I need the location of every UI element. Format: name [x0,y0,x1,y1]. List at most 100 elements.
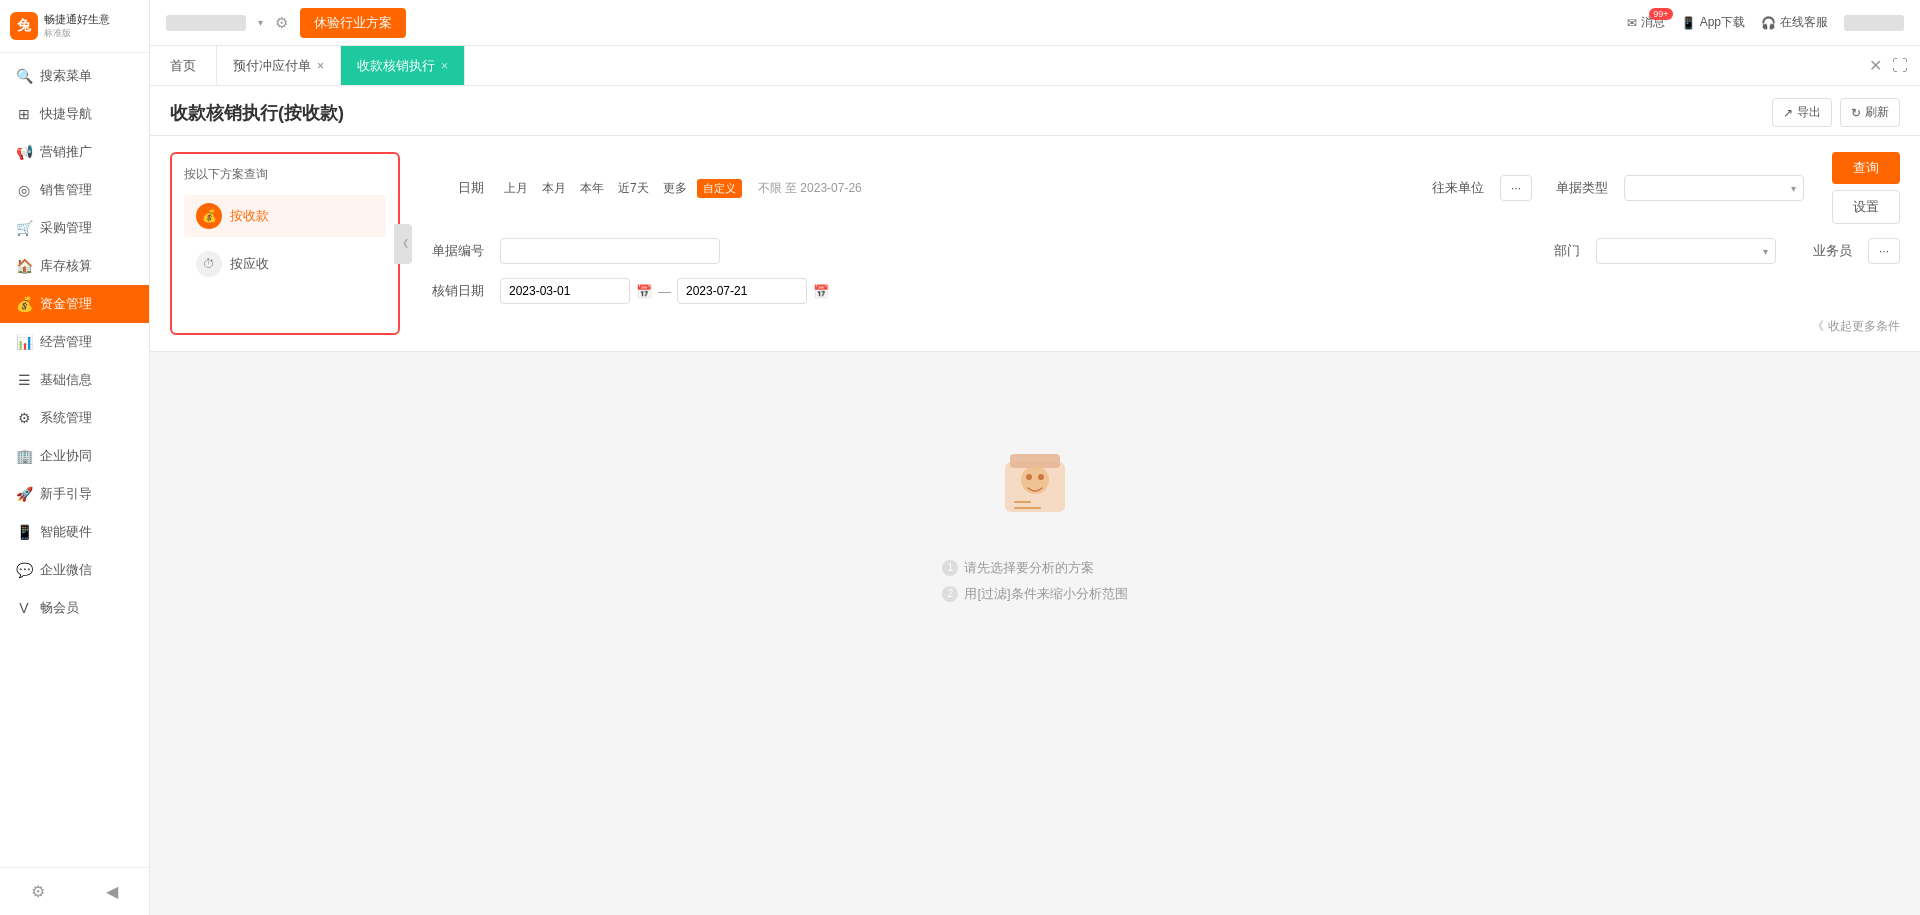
sidebar-item-marketing[interactable]: 📢营销推广 [0,133,149,171]
refresh-button[interactable]: ↻ 刷新 [1840,98,1900,127]
calendar-end-icon[interactable]: 📅 [813,284,829,299]
solution-button[interactable]: 休验行业方案 [300,8,406,38]
sidebar-item-basic[interactable]: ☰ 基础信息 [0,361,149,399]
tab-writeoff[interactable]: 收款核销执行 × [341,46,465,85]
sidebar-item-system[interactable]: ⚙系统管理 [0,399,149,437]
logo-icon: 兔 [10,12,38,40]
sidebar-icon-wechat: 💬 [16,562,32,578]
party-select-button[interactable]: ··· [1500,175,1532,201]
doc-type-select[interactable] [1624,175,1804,201]
date-more-button[interactable]: 更多 [659,178,691,199]
writeoff-date-range: 📅 — 📅 [500,278,829,304]
sidebar-icon-basic: ☰ [16,372,32,388]
chevron-down-icon[interactable]: ▾ [258,17,263,28]
filter-option-receipt[interactable]: 💰 按收款 [184,195,386,237]
sidebar-icon-search-menu: 🔍 [16,68,32,84]
date-custom-button[interactable]: 自定义 [697,179,742,198]
sidebar-item-guide[interactable]: 🚀新手引导 [0,475,149,513]
sidebar-item-inventory[interactable]: 🏠库存核算 [0,247,149,285]
maximize-button[interactable]: ⛶ [1892,57,1908,75]
close-window-button[interactable]: ✕ [1869,56,1882,75]
export-icon: ↗ [1783,106,1793,120]
dept-select[interactable] [1596,238,1776,264]
sidebar-label-purchase: 采购管理 [40,219,92,237]
setting-button[interactable]: 设置 [1832,190,1900,224]
sidebar-label-search-menu: 搜索菜单 [40,67,92,85]
tab-close-prepay[interactable]: × [317,59,324,73]
doc-no-input[interactable] [500,238,720,264]
writeoff-date-end-input[interactable] [677,278,807,304]
sidebar-item-search-menu[interactable]: 🔍 搜索菜单 [0,57,149,95]
refresh-icon: ↻ [1851,106,1861,120]
empty-state: 1 请先选择要分析的方案 2 用[过滤]条件来缩小分析范围 [150,352,1920,687]
sidebar-item-sales[interactable]: ◎ 销售管理 [0,171,149,209]
sidebar-nav: 🔍 搜索菜单 ⊞快捷导航📢营销推广 ◎ 销售管理 🛒 采购管理 🏠库存核算💰资金管理📊经营管理… [0,53,149,867]
doc-no-label: 单据编号 [424,242,484,260]
export-button[interactable]: ↗ 导出 [1772,98,1832,127]
message-icon: ✉ [1627,16,1637,30]
sidebar-item-quick-nav[interactable]: ⊞快捷导航 [0,95,149,133]
query-button[interactable]: 查询 [1832,152,1900,184]
sidebar-label-enterprise: 企业协同 [40,447,92,465]
tab-prepay[interactable]: 预付冲应付单 × [217,46,341,85]
filter-panel-collapse-button[interactable]: 《 [394,224,412,264]
calendar-start-icon[interactable]: 📅 [636,284,652,299]
sidebar-item-hardware[interactable]: 📱智能硬件 [0,513,149,551]
date-this-month-button[interactable]: 本月 [538,178,570,199]
tabbar: 首页 预付冲应付单 × 收款核销执行 × ✕ ⛶ [150,46,1920,86]
date-this-year-button[interactable]: 本年 [576,178,608,199]
tip-number-2: 2 [942,586,958,602]
app-download-action[interactable]: 📱 App下载 [1681,14,1745,31]
date-7days-button[interactable]: 近7天 [614,178,653,199]
tab-close-writeoff[interactable]: × [441,59,448,73]
settings-icon[interactable]: ⚙ [23,878,53,905]
svg-point-2 [1021,466,1049,494]
filter-row-1: 日期 上月 本月 本年 近7天 更多 自定义 不限 至 2023-07-26 往… [424,152,1900,224]
message-action[interactable]: ✉ 消息 99+ [1627,14,1665,31]
filter-left-panel: 按以下方案查询 💰 按收款 ⏱ 按应收 《 [170,152,400,335]
tip-number-1: 1 [942,560,958,576]
tab-home[interactable]: 首页 [150,46,217,85]
svg-point-3 [1026,474,1032,480]
sidebar-icon-inventory: 🏠 [16,258,32,274]
sidebar-logo: 兔 畅捷通好生意 标准版 [0,0,149,53]
party-label: 往来单位 [1424,179,1484,197]
sidebar-icon-business: 📊 [16,334,32,350]
sidebar-icon-member: V [16,600,32,616]
sidebar-label-basic: 基础信息 [40,371,92,389]
collapse-more-button[interactable]: 《 收起更多条件 [1812,318,1900,335]
sidebar-item-wechat[interactable]: 💬企业微信 [0,551,149,589]
sidebar-label-system: 系统管理 [40,409,92,427]
writeoff-date-start-input[interactable] [500,278,630,304]
service-icon: 🎧 [1761,16,1776,30]
filter-row-3: 核销日期 📅 — 📅 [424,278,1900,304]
writeoff-date-label: 核销日期 [424,282,484,300]
sidebar-icon-enterprise: 🏢 [16,448,32,464]
page-header-actions: ↗ 导出 ↻ 刷新 [1772,98,1900,127]
sidebar-icon-purchase: 🛒 [16,220,32,236]
date-label: 日期 [424,179,484,197]
doc-type-select-wrap [1624,175,1804,201]
sidebar-item-member[interactable]: V畅会员 [0,589,149,627]
filter-panel-title: 按以下方案查询 [184,166,386,183]
sidebar-bottom: ⚙ ◀ [0,867,149,915]
staff-select-button[interactable]: ··· [1868,238,1900,264]
date-last-month-button[interactable]: 上月 [500,178,532,199]
sidebar-icon-quick-nav: ⊞ [16,106,32,122]
user-avatar[interactable] [1844,15,1904,31]
collapse-icon[interactable]: ◀ [98,878,126,905]
sidebar-item-purchase[interactable]: 🛒 采购管理 [0,209,149,247]
gear-icon[interactable]: ⚙ [275,14,288,32]
sidebar-item-business[interactable]: 📊经营管理 [0,323,149,361]
sidebar-icon-sales: ◎ [16,182,32,198]
filter-option-receivable[interactable]: ⏱ 按应收 [184,243,386,285]
sidebar-icon-finance: 💰 [16,296,32,312]
filter-actions-row: 《 收起更多条件 [424,318,1900,335]
page-title: 收款核销执行(按收款) [170,101,344,125]
sidebar-item-finance[interactable]: 💰资金管理 [0,285,149,323]
receivable-icon: ⏱ [196,251,222,277]
sidebar-item-enterprise[interactable]: 🏢 企业协同 [0,437,149,475]
query-buttons: 查询 设置 [1820,152,1900,224]
sidebar-label-sales: 销售管理 [40,181,92,199]
online-service-action[interactable]: 🎧 在线客服 [1761,14,1828,31]
